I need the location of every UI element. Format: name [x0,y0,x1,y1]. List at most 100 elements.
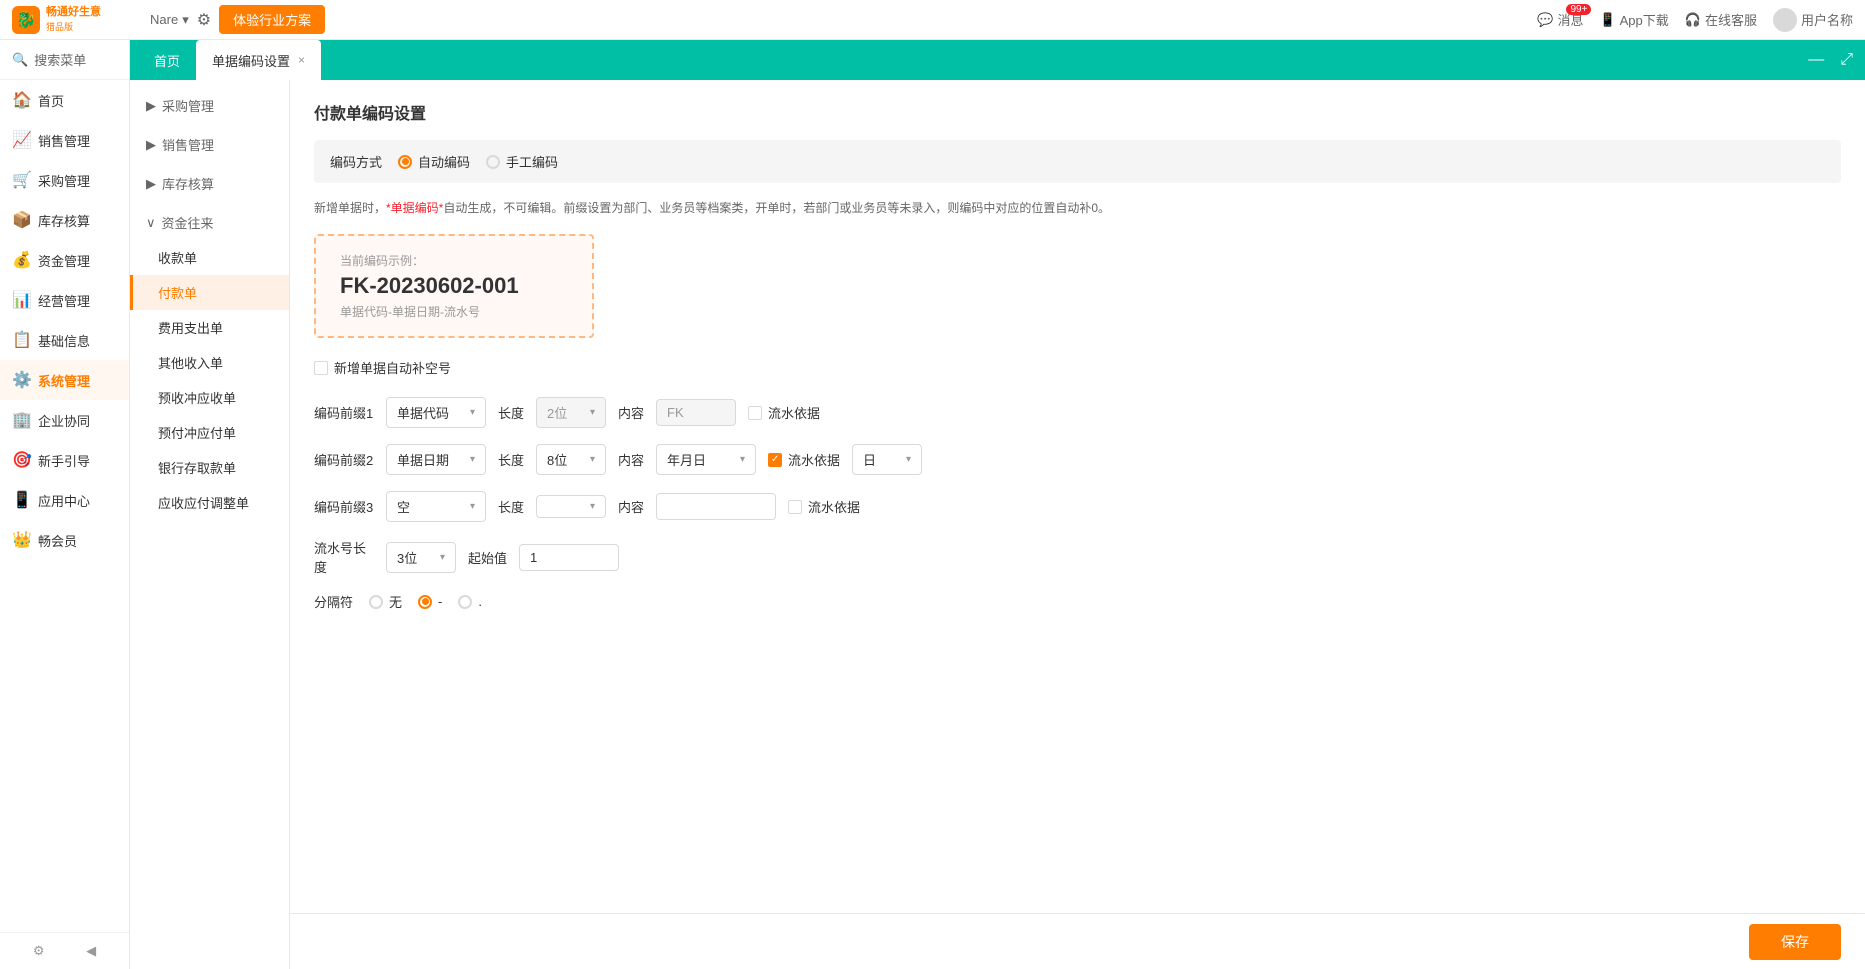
sub-group-sales-header[interactable]: ▶ 销售管理 [130,127,289,162]
prefix-row-2: 编码前缀2 单据日期 ▾ 长度 8位 ▾ 内容 年月日 [314,444,1841,475]
chevron-down-icon: ▾ [470,407,475,418]
sep-dot-radio[interactable] [458,595,472,609]
length-2-value: 8位 [547,450,567,469]
user-area[interactable]: 用户名称 [1773,8,1853,32]
sidebar-item-label: 采购管理 [38,171,90,190]
content-1-input[interactable] [656,399,736,426]
logo-text: 畅通好生意 [46,6,101,19]
header-mid: Nare ▾ ⚙ 体验行业方案 [150,5,1529,34]
tab-current[interactable]: 单据编码设置 × [196,40,321,80]
sep-dot-option[interactable]: . [458,594,482,609]
content-3-input[interactable] [656,493,776,520]
sub-item-bank-deposit[interactable]: 银行存取款单 [130,450,289,485]
workspace-dropdown[interactable]: Nare ▾ [150,12,189,28]
header-right: 💬 消息 99+ 📱 App下载 🎧 在线客服 用户名称 [1537,8,1853,32]
sep-dash-radio[interactable] [418,595,432,609]
tab-close-icon[interactable]: × [298,53,305,67]
search-icon: 🔍 [12,52,28,68]
settings-icon[interactable]: ⚙ [197,10,211,30]
sidebar-item-finance[interactable]: 💰 资金管理 [0,240,129,280]
sep-none-option[interactable]: 无 [369,592,402,611]
prefix-2-label: 编码前缀2 [314,450,374,469]
encoding-label: 编码方式 [330,152,382,171]
save-button[interactable]: 保存 [1749,924,1841,960]
tab-home[interactable]: 首页 [138,40,196,80]
message-button[interactable]: 💬 消息 99+ [1537,10,1583,29]
sub-item-payment[interactable]: 付款单 [130,275,289,310]
content-wrapper: ▶ 采购管理 ▶ 销售管理 ▶ 库存核算 [130,80,1865,969]
prefix-3-select[interactable]: 空 ▾ [386,491,486,522]
manual-encoding-radio[interactable] [486,155,500,169]
sub-item-prepay-pay[interactable]: 预付冲应付单 [130,415,289,450]
length-2-select[interactable]: 8位 ▾ [536,444,606,475]
tab-maximize-icon[interactable]: ⤢ [1836,47,1857,73]
sidebar-item-sales[interactable]: 📈 销售管理 [0,120,129,160]
sidebar-item-business[interactable]: 📊 经营管理 [0,280,129,320]
flowing-1-label: 流水依据 [768,403,820,422]
sidebar-item-home[interactable]: 🏠 首页 [0,80,129,120]
auto-encoding-option[interactable]: 自动编码 [398,152,470,171]
prefix-row-3: 编码前缀3 空 ▾ 长度 ▾ 内容 [314,491,1841,522]
manual-encoding-label: 手工编码 [506,152,558,171]
headset-icon: 🎧 [1685,12,1701,28]
serial-length-label: 流水号长度 [314,538,374,576]
footer-collapse-icon[interactable]: ◀ [86,943,96,959]
start-value-input[interactable] [519,544,619,571]
sep-dot-label: . [478,594,482,609]
sub-group-finance-header[interactable]: ∨ 资金往来 [130,205,289,240]
home-icon: 🏠 [12,90,30,110]
sub-item-income[interactable]: 其他收入单 [130,345,289,380]
content-2-select[interactable]: 年月日 ▾ [656,444,756,475]
search-menu[interactable]: 🔍 搜索菜单 [0,40,129,80]
sidebar-item-app-center[interactable]: 📱 应用中心 [0,480,129,520]
sidebar-item-member[interactable]: 👑 畅会员 [0,520,129,560]
service-button[interactable]: 🎧 在线客服 [1685,10,1757,29]
sub-item-expense[interactable]: 费用支出单 [130,310,289,345]
length-1-select[interactable]: 2位 ▾ [536,397,606,428]
sub-item-adjust[interactable]: 应收应付调整单 [130,485,289,520]
chevron-down-icon: ▾ [182,12,189,28]
app-download-button[interactable]: 📱 App下载 [1599,10,1668,29]
sidebar-item-label: 系统管理 [38,371,90,390]
sales-icon: 📈 [12,130,30,150]
sidebar-item-guide[interactable]: 🎯 新手引导 [0,440,129,480]
flowing-2-period-value: 日 [863,450,876,469]
prefix-2-select[interactable]: 单据日期 ▾ [386,444,486,475]
sub-group-label: 采购管理 [162,96,214,115]
sep-none-radio[interactable] [369,595,383,609]
auto-encoding-radio[interactable] [398,155,412,169]
serial-length-select[interactable]: 3位 ▾ [386,542,456,573]
auto-encoding-label: 自动编码 [418,152,470,171]
tab-minimize-icon[interactable]: — [1804,47,1828,73]
footer-settings-icon[interactable]: ⚙ [33,943,45,959]
sub-group-purchase-header[interactable]: ▶ 采购管理 [130,88,289,123]
sub-item-receipt[interactable]: 收款单 [130,240,289,275]
encoding-method-row: 编码方式 自动编码 手工编码 [314,140,1841,183]
auto-fill-checkbox[interactable] [314,361,328,375]
sidebar-item-enterprise[interactable]: 🏢 企业协同 [0,400,129,440]
sub-group-inventory-header[interactable]: ▶ 库存核算 [130,166,289,201]
sidebar-item-label: 应用中心 [38,491,90,510]
sep-dash-option[interactable]: - [418,594,442,609]
code-preview-value: FK-20230602-001 [340,273,568,299]
length-3-select[interactable]: ▾ [536,495,606,518]
sub-item-prepay-receive[interactable]: 预收冲应收单 [130,380,289,415]
trial-button[interactable]: 体验行业方案 [219,5,325,34]
flowing-2-checkbox[interactable]: ✓ [768,453,782,467]
logo-icon: 🐉 [12,6,40,34]
guide-icon: 🎯 [12,450,30,470]
flowing-3-checkbox[interactable] [788,500,802,514]
length-2-label: 长度 [498,450,524,469]
auto-fill-label: 新增单据自动补空号 [334,358,451,377]
code-preview-label: 当前编码示例： [340,252,568,269]
sidebar-item-purchase[interactable]: 🛒 采购管理 [0,160,129,200]
sub-group-label: 库存核算 [162,174,214,193]
manual-encoding-option[interactable]: 手工编码 [486,152,558,171]
sidebar-item-inventory[interactable]: 📦 库存核算 [0,200,129,240]
prefix-1-select[interactable]: 单据代码 ▾ [386,397,486,428]
sidebar-item-system[interactable]: ⚙️ 系统管理 [0,360,129,400]
flowing-2-period-select[interactable]: 日 ▾ [852,444,922,475]
flowing-1-checkbox[interactable] [748,406,762,420]
sidebar-item-base[interactable]: 📋 基础信息 [0,320,129,360]
app-center-icon: 📱 [12,490,30,510]
